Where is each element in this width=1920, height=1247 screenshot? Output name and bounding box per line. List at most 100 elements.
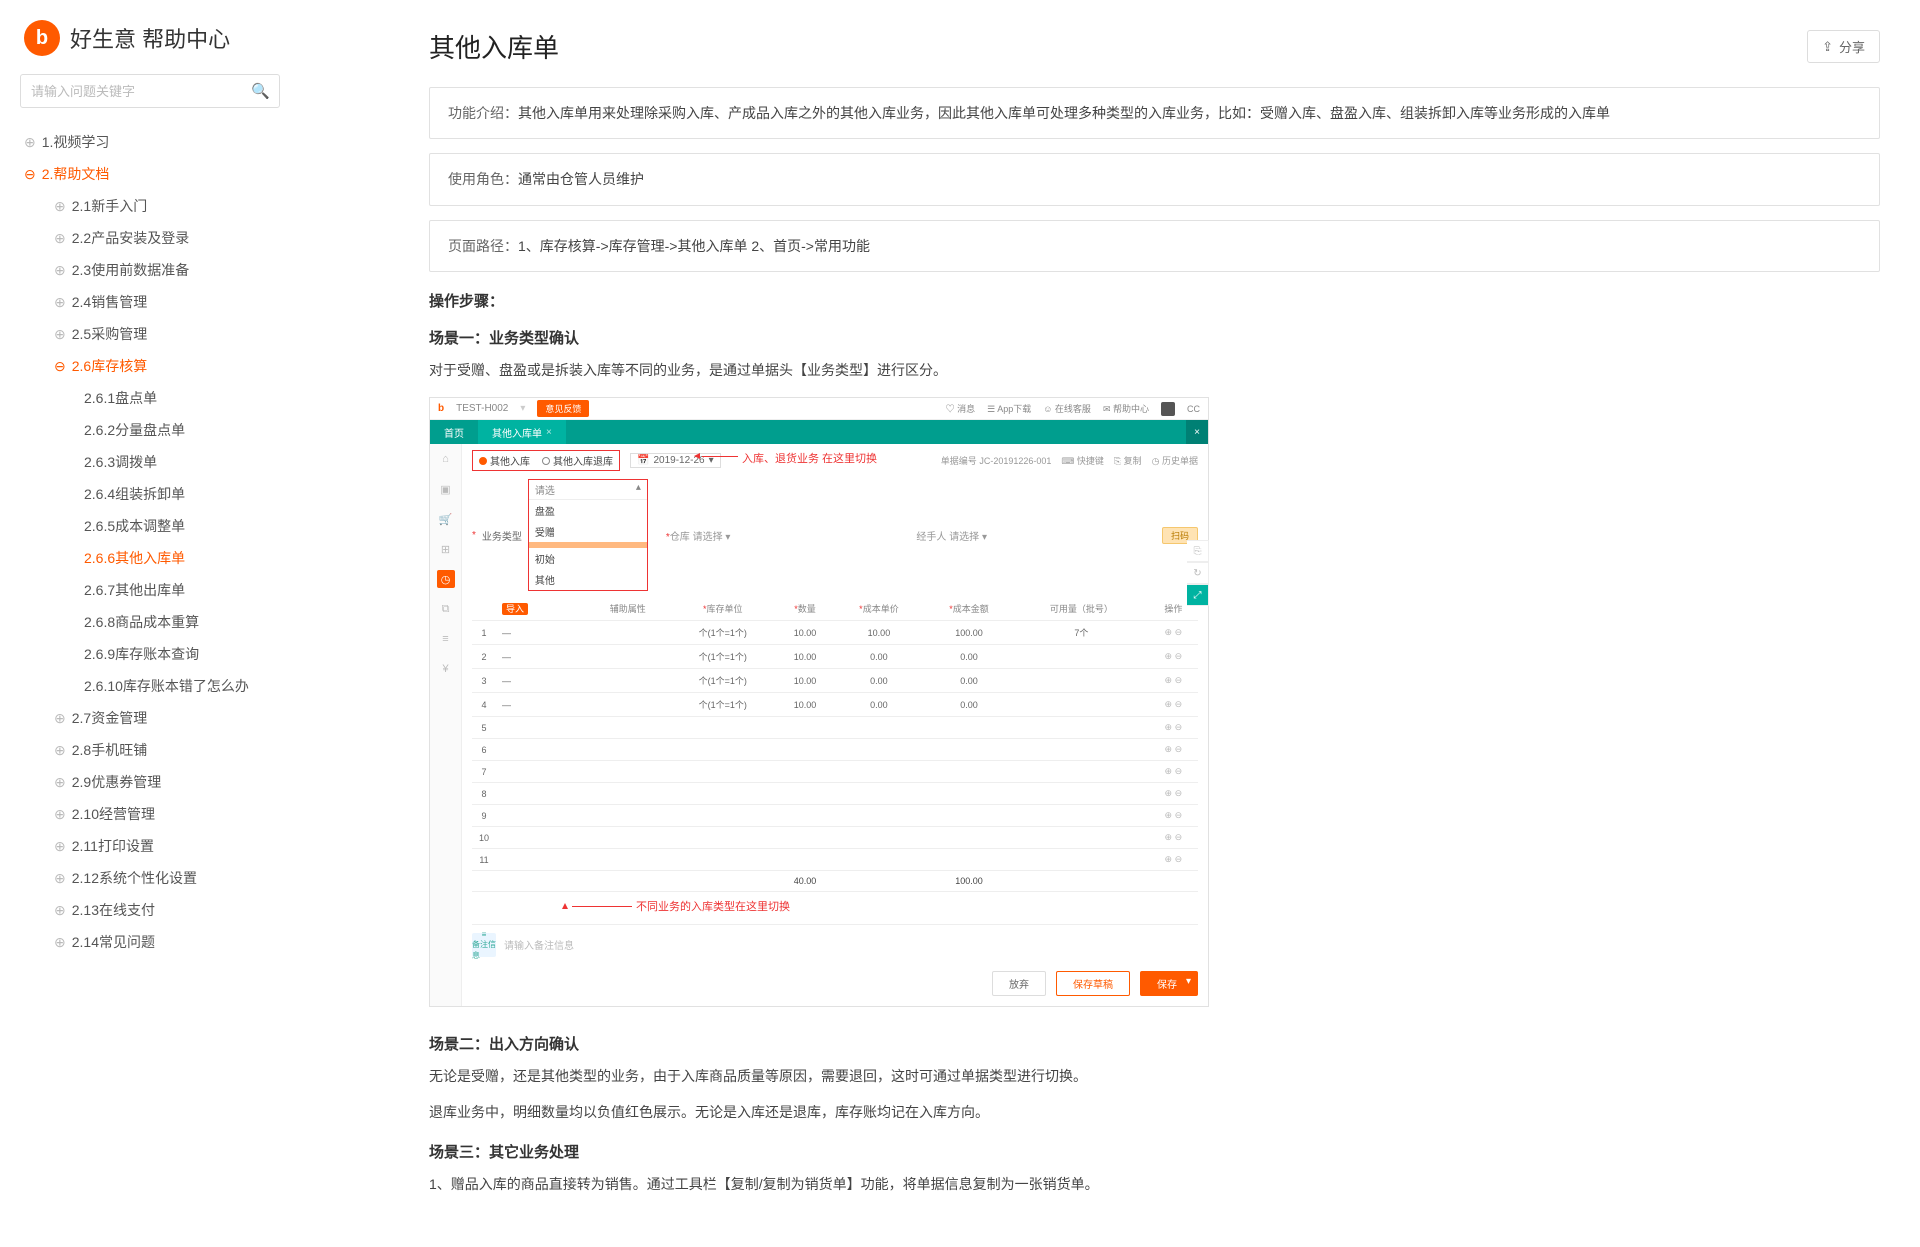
shot-tab-current[interactable]: 其他入库单×	[478, 420, 566, 444]
save-draft-button[interactable]: 保存草稿	[1056, 971, 1130, 996]
remark-input[interactable]: 请输入备注信息	[504, 933, 1198, 957]
nav-2-8[interactable]: ⊕2.8手机旺铺	[20, 734, 309, 766]
right-icon-1[interactable]: ⎘	[1187, 540, 1209, 562]
shot-form: 其他入库 其他入库退库 📅 2019-12-26 ▾ 入库	[462, 444, 1208, 1006]
radio-off-icon	[542, 457, 550, 465]
plus-icon: ⊕	[54, 830, 66, 862]
share-button[interactable]: ⇪ 分享	[1807, 30, 1880, 63]
nav-help-doc[interactable]: ⊖2.帮助文档	[20, 158, 309, 190]
history-link[interactable]: ◷ 历史单据	[1152, 454, 1198, 467]
nav-2-6-3[interactable]: 2.6.3调拨单	[20, 446, 309, 478]
nav-2-3[interactable]: ⊕2.3使用前数据准备	[20, 254, 309, 286]
table-row[interactable]: 5⊕ ⊖	[472, 717, 1198, 739]
nav-2-1[interactable]: ⊕2.1新手入门	[20, 190, 309, 222]
copy-link[interactable]: ⎘ 复制	[1114, 454, 1142, 467]
shot-close-all[interactable]: ×	[1186, 420, 1208, 444]
path-box: 页面路径：1、库存核算->库存管理->其他入库单 2、首页->常用功能	[429, 220, 1880, 272]
close-icon[interactable]: ×	[546, 427, 552, 438]
shot-msg-icon[interactable]: ♡ 消息	[946, 402, 976, 415]
biztype-dropdown[interactable]: 请选▴ 盘盈 受赠 初始 其他	[528, 479, 648, 591]
nav-2-10[interactable]: ⊕2.10经营管理	[20, 798, 309, 830]
table-row[interactable]: 4—个(1个=1个)10.000.000.00⊕ ⊖	[472, 693, 1198, 717]
table-row[interactable]: 9⊕ ⊖	[472, 805, 1198, 827]
shortcut-link[interactable]: ⌨ 快捷键	[1061, 454, 1104, 467]
table-row[interactable]: 6⊕ ⊖	[472, 739, 1198, 761]
table-row[interactable]: 2—个(1个=1个)10.000.000.00⊕ ⊖	[472, 645, 1198, 669]
biztype-label: 业务类型	[482, 528, 522, 543]
nav-2-6-1[interactable]: 2.6.1盘点单	[20, 382, 309, 414]
scene3-p1: 1、赠品入库的商品直接转为销售。通过工具栏【复制/复制为销货单】功能，将单据信息…	[429, 1172, 1880, 1197]
plus-icon: ⊕	[24, 126, 36, 158]
nav-2-5[interactable]: ⊕2.5采购管理	[20, 318, 309, 350]
shot-logo-icon: b	[438, 403, 444, 414]
shot-tabs: 首页 其他入库单× ×	[430, 420, 1208, 444]
nav-money-icon[interactable]: ¥	[437, 660, 455, 678]
radio-on-icon	[479, 457, 487, 465]
path-label: 页面路径：	[448, 238, 518, 254]
doc-type-radio[interactable]: 其他入库 其他入库退库	[472, 450, 620, 471]
nav-clock-icon[interactable]: ◷	[437, 570, 455, 588]
path-text: 1、库存核算->库存管理->其他入库单 2、首页->常用功能	[518, 238, 870, 254]
annotation-2: 不同业务的入库类型在这里切换	[562, 898, 1198, 914]
biztype-opt-3[interactable]: 初始	[529, 548, 647, 569]
items-table: 导入 辅助属性 *库存单位 *数量 *成本单价 *成本金额 可用量（批号） 操作…	[472, 597, 1198, 892]
nav-2-14[interactable]: ⊕2.14常见问题	[20, 926, 309, 958]
shot-feedback-button[interactable]: 意见反馈	[537, 400, 589, 417]
shot-help-icon[interactable]: ✉ 帮助中心	[1103, 402, 1149, 415]
nav-home-icon[interactable]: ⌂	[437, 450, 455, 468]
plus-icon: ⊕	[54, 926, 66, 958]
nav-2-7[interactable]: ⊕2.7资金管理	[20, 702, 309, 734]
nav-2-4[interactable]: ⊕2.4销售管理	[20, 286, 309, 318]
shot-account: TEST-H002	[456, 403, 508, 414]
shot-right-icons: ⎘ ↻ ⤢	[1187, 540, 1209, 606]
shot-app-icon[interactable]: ☰ App下载	[987, 402, 1031, 415]
nav-2-6-2[interactable]: 2.6.2分量盘点单	[20, 414, 309, 446]
table-row[interactable]: 10⊕ ⊖	[472, 827, 1198, 849]
nav-2-6-9[interactable]: 2.6.9库存账本查询	[20, 638, 309, 670]
search-input[interactable]	[20, 74, 280, 108]
search: 🔍	[20, 74, 280, 108]
nav-2-6-6[interactable]: 2.6.6其他入库单	[20, 542, 309, 574]
nav-2-11[interactable]: ⊕2.11打印设置	[20, 830, 309, 862]
nav-2-6-4[interactable]: 2.6.4组装拆卸单	[20, 478, 309, 510]
shot-username: CC	[1187, 404, 1200, 414]
discard-button[interactable]: 放弃	[992, 971, 1046, 996]
biztype-opt-1[interactable]: 受赠	[529, 521, 647, 542]
nav-cart-icon[interactable]: 🛒	[437, 510, 455, 528]
nav-2-2[interactable]: ⊕2.2产品安装及登录	[20, 222, 309, 254]
nav-box-icon[interactable]: ⊞	[437, 540, 455, 558]
nav-2-6-10[interactable]: 2.6.10库存账本错了怎么办	[20, 670, 309, 702]
steps-section: 操作步骤： 场景一：业务类型确认 对于受赠、盘盈或是拆装入库等不同的业务，是通过…	[429, 290, 1880, 1197]
nav-chart-icon[interactable]: ≡	[437, 630, 455, 648]
shot-service-icon[interactable]: ☺ 在线客服	[1043, 402, 1091, 415]
nav-2-6-8[interactable]: 2.6.8商品成本重算	[20, 606, 309, 638]
nav-2-6-7[interactable]: 2.6.7其他出库单	[20, 574, 309, 606]
table-row[interactable]: 11⊕ ⊖	[472, 849, 1198, 871]
save-button[interactable]: 保存	[1140, 971, 1198, 996]
shot-leftnav: ⌂ ▣ 🛒 ⊞ ◷ ⧉ ≡ ¥	[430, 444, 462, 1006]
shot-avatar-icon[interactable]	[1161, 402, 1175, 416]
nav-video[interactable]: ⊕1.视频学习	[20, 126, 309, 158]
biztype-opt-0[interactable]: 盘盈	[529, 500, 647, 521]
table-row[interactable]: 8⊕ ⊖	[472, 783, 1198, 805]
table-row[interactable]: 1—个(1个=1个)10.0010.00100.007个⊕ ⊖	[472, 621, 1198, 645]
import-icon[interactable]: 导入	[502, 603, 528, 615]
role-box: 使用角色：通常由仓管人员维护	[429, 153, 1880, 205]
nav-2-9[interactable]: ⊕2.9优惠券管理	[20, 766, 309, 798]
right-icon-2[interactable]: ↻	[1187, 562, 1209, 584]
search-icon[interactable]: 🔍	[251, 82, 270, 100]
nav-2-6[interactable]: ⊖2.6库存核算	[20, 350, 309, 382]
shot-topbar: b TEST-H002 ▾ 意见反馈 ♡ 消息 ☰ App下载 ☺ 在线客服 ✉…	[430, 398, 1208, 420]
role-label: 使用角色：	[448, 171, 518, 187]
nav-2-6-5[interactable]: 2.6.5成本调整单	[20, 510, 309, 542]
nav-cube-icon[interactable]: ▣	[437, 480, 455, 498]
nav-bag-icon[interactable]: ⧉	[437, 600, 455, 618]
shot-tab-home[interactable]: 首页	[430, 420, 478, 444]
right-icon-3[interactable]: ⤢	[1187, 584, 1209, 606]
table-row[interactable]: 3—个(1个=1个)10.000.000.00⊕ ⊖	[472, 669, 1198, 693]
nav-2-12[interactable]: ⊕2.12系统个性化设置	[20, 862, 309, 894]
role-text: 通常由仓管人员维护	[518, 171, 644, 187]
nav-2-13[interactable]: ⊕2.13在线支付	[20, 894, 309, 926]
table-row[interactable]: 7⊕ ⊖	[472, 761, 1198, 783]
biztype-opt-4[interactable]: 其他	[529, 569, 647, 590]
